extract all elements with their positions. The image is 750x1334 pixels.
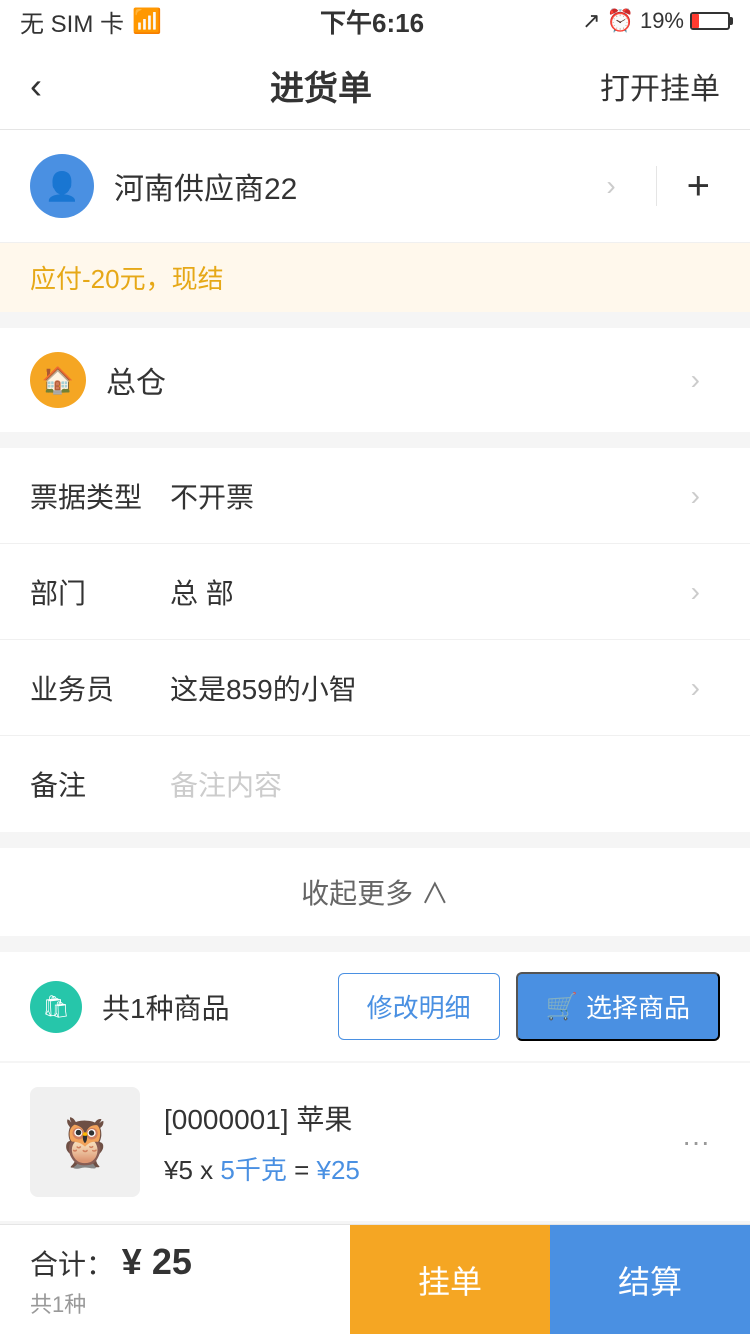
total-count: 共1种 <box>30 1287 320 1319</box>
content-area: 👤 河南供应商22 › + 应付-20元，现结 🏠 总仓 › 票据类型 不开票 … <box>0 130 750 1333</box>
wifi-icon: 📶 <box>132 7 162 36</box>
product-info: [0000001] 苹果 ¥5 x 5千克 = ¥25 <box>164 1098 672 1187</box>
product-code: [0000001] <box>164 1104 296 1135</box>
warehouse-row[interactable]: 🏠 总仓 › <box>0 328 750 432</box>
remark-row[interactable]: 备注 备注内容 <box>0 736 750 832</box>
total-amount: ¥ 25 <box>122 1241 192 1282</box>
product-equals: = <box>287 1155 317 1185</box>
supplier-name: 河南供应商22 <box>114 164 606 208</box>
dept-value: 总 部 <box>170 572 691 612</box>
open-suspend-button[interactable]: 打开挂单 <box>600 64 720 108</box>
sales-value: 这是859的小智 <box>170 668 691 708</box>
select-product-icon: 🛒 <box>546 991 578 1022</box>
product-detail: ¥5 x 5千克 = ¥25 <box>164 1150 672 1187</box>
select-product-button[interactable]: 🛒 选择商品 <box>516 972 720 1041</box>
collapse-label: 收起更多 ∧ <box>301 872 449 912</box>
battery-icon <box>690 12 730 30</box>
avatar-icon: 👤 <box>45 170 80 203</box>
products-icon: 🛍 <box>30 981 82 1033</box>
select-product-label: 选择商品 <box>586 988 690 1025</box>
invoice-label: 票据类型 <box>30 476 170 516</box>
supplier-chevron-icon: › <box>606 170 615 202</box>
bottom-bar: 合计： ¥ 25 共1种 挂单 结算 <box>0 1224 750 1334</box>
dept-chevron-icon: › <box>691 576 700 608</box>
checkout-button[interactable]: 结算 <box>550 1225 750 1334</box>
total-label: 合计： <box>30 1249 114 1280</box>
warehouse-chevron-icon: › <box>691 364 700 396</box>
status-bar: 无 SIM 卡 📶 下午6:16 ↗ ⏰ 19% <box>0 0 750 42</box>
warehouse-name: 总仓 <box>106 358 691 402</box>
product-total: ¥25 <box>316 1155 359 1185</box>
supplier-card: 👤 河南供应商22 › + 应付-20元，现结 <box>0 130 750 312</box>
divider <box>656 166 657 206</box>
location-icon: ↗ <box>582 8 600 34</box>
page-title: 进货单 <box>270 61 372 110</box>
product-owl-icon: 🦉 <box>55 1114 115 1171</box>
dept-row[interactable]: 部门 总 部 › <box>0 544 750 640</box>
supplier-row[interactable]: 👤 河南供应商22 › + <box>0 130 750 243</box>
sales-chevron-icon: › <box>691 672 700 704</box>
sales-row[interactable]: 业务员 这是859的小智 › <box>0 640 750 736</box>
edit-detail-button[interactable]: 修改明细 <box>338 973 500 1040</box>
nav-bar: ‹ 进货单 打开挂单 <box>0 42 750 130</box>
supplier-avatar: 👤 <box>30 154 94 218</box>
collapse-row[interactable]: 收起更多 ∧ <box>0 848 750 936</box>
total-section: 合计： ¥ 25 共1种 <box>0 1225 350 1334</box>
cart-icon: 🛍 <box>42 994 70 1020</box>
product-thumbnail: 🦉 <box>30 1087 140 1197</box>
status-time: 下午6:16 <box>320 3 424 40</box>
add-button[interactable]: + <box>677 164 720 209</box>
product-price: ¥5 x <box>164 1155 220 1185</box>
product-item: 🦉 [0000001] 苹果 ¥5 x 5千克 = ¥25 ··· <box>0 1063 750 1221</box>
supplier-alert: 应付-20元，现结 <box>0 243 750 312</box>
products-header: 🛍 共1种商品 修改明细 🛒 选择商品 <box>0 952 750 1061</box>
carrier-text: 无 SIM 卡 <box>20 4 124 39</box>
warehouse-icon: 🏠 <box>30 352 86 408</box>
warehouse-icon-symbol: 🏠 <box>42 365 74 396</box>
alarm-icon: ⏰ <box>607 8 634 34</box>
status-right: ↗ ⏰ 19% <box>582 8 730 34</box>
back-button[interactable]: ‹ <box>30 65 42 107</box>
sales-label: 业务员 <box>30 668 170 708</box>
status-left: 无 SIM 卡 📶 <box>20 4 162 39</box>
product-qty: 5千克 <box>220 1155 286 1185</box>
product-more-button[interactable]: ··· <box>672 1116 720 1168</box>
warehouse-card: 🏠 总仓 › <box>0 328 750 432</box>
product-name: [0000001] 苹果 <box>164 1098 672 1138</box>
dept-label: 部门 <box>30 572 170 612</box>
remark-input[interactable]: 备注内容 <box>170 764 720 804</box>
products-count: 共1种商品 <box>102 987 338 1027</box>
suspend-button[interactable]: 挂单 <box>350 1225 550 1334</box>
invoice-row[interactable]: 票据类型 不开票 › <box>0 448 750 544</box>
product-title: 苹果 <box>296 1104 352 1135</box>
invoice-chevron-icon: › <box>691 480 700 512</box>
form-section: 票据类型 不开票 › 部门 总 部 › 业务员 这是859的小智 › 备注 备注… <box>0 448 750 832</box>
invoice-value: 不开票 <box>170 476 691 516</box>
battery-percent: 19% <box>640 8 684 34</box>
remark-label: 备注 <box>30 764 170 804</box>
total-row: 合计： ¥ 25 <box>30 1241 320 1283</box>
